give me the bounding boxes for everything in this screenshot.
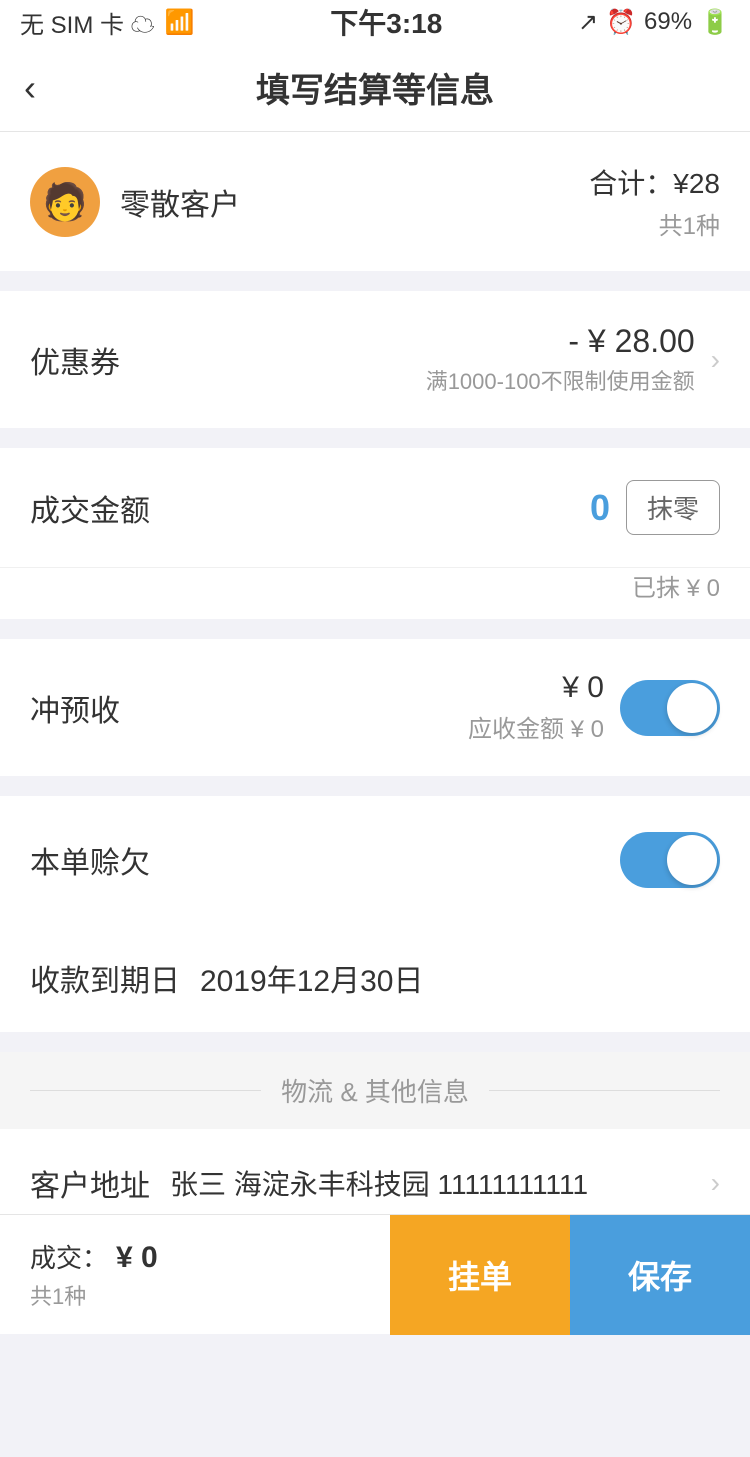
coupon-value: - ¥ 28.00 <box>426 323 695 360</box>
bottom-bar: 成交： ¥ 0 共1种 挂单 保存 <box>0 1214 750 1334</box>
bottom-count: 共1种 <box>30 1279 360 1311</box>
save-button[interactable]: 保存 <box>570 1215 750 1335</box>
bottom-transaction-amount: ¥ 0 <box>116 1241 158 1275</box>
address-value: 张三 海淀永丰科技园 11111111111 <box>170 1163 711 1203</box>
transaction-value[interactable]: 0 <box>550 487 610 529</box>
page-title: 填写结算等信息 <box>256 63 494 112</box>
debt-section: 本单赊欠 <box>0 796 750 924</box>
coupon-value-area: - ¥ 28.00 满1000-100不限制使用金额 <box>426 323 695 396</box>
transaction-label: 成交金额 <box>30 486 150 530</box>
coupon-row[interactable]: 优惠券 - ¥ 28.00 满1000-100不限制使用金额 › <box>0 291 750 428</box>
prepay-row: 冲预收 ¥ 0 应收金额 ¥ 0 <box>0 639 750 776</box>
due-date-section: 收款到期日 2019年12月30日 <box>0 924 750 1032</box>
transaction-right: 0 抹零 <box>550 480 720 535</box>
battery-icon: 🔋 <box>700 8 730 37</box>
prepay-desc: 应收金额 ¥ 0 <box>468 709 604 744</box>
customer-section: 🧑 零散客户 合计：¥28 共1种 <box>0 132 750 271</box>
address-chevron-icon: › <box>711 1167 720 1199</box>
prepay-right: ¥ 0 应收金额 ¥ 0 <box>468 671 720 744</box>
already-rounded-text: 已抹 ¥ 0 <box>0 568 750 619</box>
avatar: 🧑 <box>30 167 100 237</box>
coupon-desc: 满1000-100不限制使用金额 <box>426 364 695 396</box>
status-left: 无 SIM 卡 ☁ 📶 <box>20 5 195 40</box>
round-zero-button[interactable]: 抹零 <box>626 480 720 535</box>
debt-toggle[interactable] <box>620 832 720 888</box>
due-date-value: 2019年12月30日 <box>200 956 423 1000</box>
coupon-section[interactable]: 优惠券 - ¥ 28.00 满1000-100不限制使用金额 › <box>0 291 750 428</box>
battery-text: 69% <box>644 8 692 36</box>
total-amount: 合计：¥28 <box>589 162 720 202</box>
chevron-right-icon: › <box>711 344 720 376</box>
coupon-label: 优惠券 <box>30 338 120 382</box>
hang-button[interactable]: 挂单 <box>390 1215 570 1335</box>
hang-button-label: 挂单 <box>448 1252 512 1298</box>
status-time: 下午3:18 <box>330 2 442 42</box>
back-button[interactable]: ‹ <box>24 67 36 109</box>
logistics-divider: 物流 & 其他信息 <box>0 1052 750 1129</box>
debt-label: 本单赊欠 <box>30 838 150 882</box>
toggle-knob <box>667 683 717 733</box>
divider-line-right <box>489 1090 720 1091</box>
transaction-row: 成交金额 0 抹零 <box>0 448 750 568</box>
prepay-value-area: ¥ 0 应收金额 ¥ 0 <box>468 671 604 744</box>
due-date-label: 收款到期日 <box>30 956 180 1000</box>
avatar-icon: 🧑 <box>43 181 88 223</box>
nav-bar: ‹ 填写结算等信息 <box>0 44 750 132</box>
status-right: ↗ ⏰ 69% 🔋 <box>578 8 730 37</box>
no-sim-text: 无 SIM 卡 ☁ <box>20 5 155 40</box>
due-date-row: 收款到期日 2019年12月30日 <box>0 924 750 1032</box>
coupon-right: - ¥ 28.00 满1000-100不限制使用金额 › <box>426 323 720 396</box>
bottom-info: 成交： ¥ 0 共1种 <box>0 1238 390 1311</box>
save-button-label: 保存 <box>628 1252 692 1298</box>
customer-info-right: 合计：¥28 共1种 <box>589 162 720 241</box>
divider-line-left <box>30 1090 261 1091</box>
total-count: 共1种 <box>589 206 720 241</box>
wifi-icon: 📶 <box>165 8 195 37</box>
debt-row: 本单赊欠 <box>0 796 750 924</box>
prepay-label: 冲预收 <box>30 686 120 730</box>
prepay-toggle[interactable] <box>620 680 720 736</box>
address-label: 客户地址 <box>30 1161 150 1205</box>
prepay-section: 冲预收 ¥ 0 应收金额 ¥ 0 <box>0 639 750 776</box>
transaction-section: 成交金额 0 抹零 已抹 ¥ 0 <box>0 448 750 619</box>
bottom-transaction-label: 成交： <box>30 1238 108 1275</box>
customer-name: 零散客户 <box>120 180 240 224</box>
toggle-knob-debt <box>667 835 717 885</box>
status-bar: 无 SIM 卡 ☁ 📶 下午3:18 ↗ ⏰ 69% 🔋 <box>0 0 750 44</box>
alarm-icon: ⏰ <box>606 8 636 37</box>
prepay-amount: ¥ 0 <box>468 671 604 705</box>
location-icon: ↗ <box>578 8 598 37</box>
divider-text: 物流 & 其他信息 <box>281 1072 469 1109</box>
customer-info-left: 🧑 零散客户 <box>30 167 240 237</box>
